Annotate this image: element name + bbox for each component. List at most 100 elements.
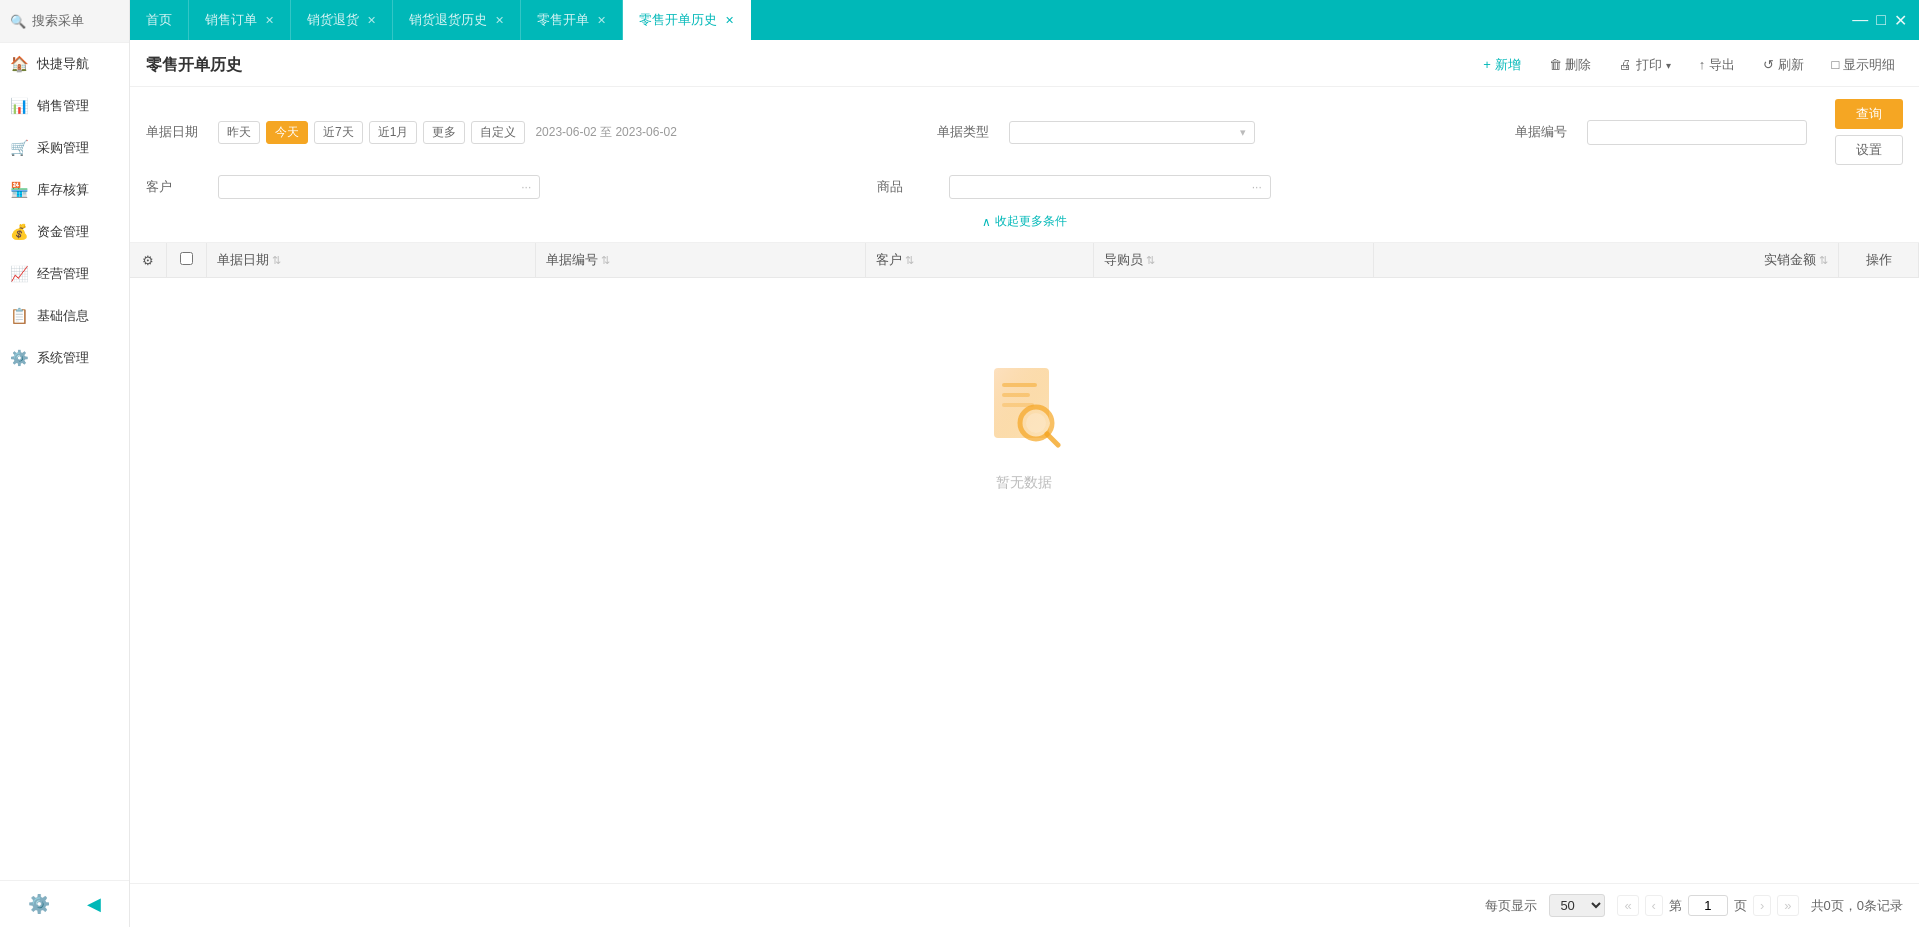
th-date[interactable]: 单据日期 ⇅ [206, 243, 536, 278]
goods-label: 商品 [877, 178, 933, 196]
tabs-window-controls: — □ ✕ [1852, 11, 1919, 30]
table-body: 暂无数据 [130, 278, 1919, 573]
sort-date-icon: ⇅ [272, 254, 281, 267]
customer-ellipsis: ··· [521, 180, 531, 194]
window-maximize-icon[interactable]: □ [1876, 11, 1886, 29]
date-custom[interactable]: 自定义 [471, 121, 525, 144]
th-no[interactable]: 单据编号 ⇅ [536, 243, 866, 278]
tab-sales-return-history[interactable]: 销货退货历史 ✕ [393, 0, 521, 40]
date-yesterday[interactable]: 昨天 [218, 121, 260, 144]
delete-button[interactable]: 🗑 删除 [1541, 52, 1600, 78]
page-size-label: 每页显示 [1485, 897, 1537, 915]
settings-button[interactable]: 设置 [1835, 135, 1903, 165]
th-no-label: 单据编号 [546, 251, 598, 269]
tab-sales-return-close[interactable]: ✕ [367, 14, 376, 27]
sidebar-item-sales-mgmt[interactable]: 📊 销售管理 [0, 85, 129, 127]
content-area: 零售开单历史 + 新增 🗑 删除 🖨 打印 ▾ ↑ 导出 ↺ 刷新 [130, 40, 1919, 927]
sort-guide-icon: ⇅ [1146, 254, 1155, 267]
sidebar-item-operation[interactable]: 📈 经营管理 [0, 253, 129, 295]
home-icon: 🏠 [10, 55, 29, 73]
date-more[interactable]: 更多 [423, 121, 465, 144]
query-button[interactable]: 查询 [1835, 99, 1903, 129]
setting-icon[interactable]: ⚙ [142, 253, 154, 268]
sidebar-item-quick-nav[interactable]: 🏠 快捷导航 [0, 43, 129, 85]
display-detail-toggle[interactable]: □ 显示明细 [1824, 52, 1903, 78]
customer-select[interactable]: ··· [218, 175, 540, 199]
collapse-label: 收起更多条件 [995, 213, 1067, 230]
tab-retail-open[interactable]: 零售开单 ✕ [521, 0, 623, 40]
page-of-label: 页 [1734, 897, 1747, 915]
page-last-btn[interactable]: » [1777, 895, 1798, 916]
sidebar-item-label: 库存核算 [37, 181, 89, 199]
sidebar-item-base-info[interactable]: 📋 基础信息 [0, 295, 129, 337]
export-button[interactable]: ↑ 导出 [1691, 52, 1743, 78]
new-button[interactable]: + 新增 [1475, 52, 1528, 78]
page-size-select[interactable]: 50 10 20 100 [1549, 894, 1605, 917]
page-total: 共0页，0条记录 [1811, 897, 1903, 915]
date-last1month[interactable]: 近1月 [369, 121, 418, 144]
sidebar-item-inventory[interactable]: 🏪 库存核算 [0, 169, 129, 211]
print-dropdown-icon[interactable]: ▾ [1666, 60, 1671, 71]
empty-state-icon [974, 358, 1074, 458]
tab-retail-open-history-label: 零售开单历史 [639, 11, 717, 29]
sidebar-item-purchase-mgmt[interactable]: 🛒 采购管理 [0, 127, 129, 169]
tab-sales-return-history-close[interactable]: ✕ [495, 14, 504, 27]
settings-icon[interactable]: ⚙️ [28, 893, 50, 915]
th-op: 操作 [1839, 243, 1919, 278]
select-all-checkbox[interactable] [180, 252, 193, 265]
customer-label: 客户 [146, 178, 202, 196]
sidebar-nav: 🏠 快捷导航 📊 销售管理 🛒 采购管理 🏪 库存核算 💰 资金管理 📈 经营管… [0, 43, 129, 880]
page-label: 第 [1669, 897, 1682, 915]
tab-sales-order[interactable]: 销售订单 ✕ [189, 0, 291, 40]
print-button[interactable]: 🖨 打印 ▾ [1611, 52, 1679, 78]
page-next-btn[interactable]: › [1753, 895, 1771, 916]
date-options: 昨天 今天 近7天 近1月 更多 自定义 2023-06-02 至 2023-0… [218, 121, 677, 144]
th-setting[interactable]: ⚙ [130, 243, 166, 278]
refresh-button[interactable]: ↺ 刷新 [1755, 52, 1812, 78]
date-last7days[interactable]: 近7天 [314, 121, 363, 144]
sidebar-bottom: ⚙️ ◀ [0, 880, 129, 927]
collapse-sidebar-icon[interactable]: ◀ [87, 893, 101, 915]
search-menu[interactable]: 🔍 搜索采单 [0, 0, 129, 43]
tab-retail-open-history[interactable]: 零售开单历史 ✕ [623, 0, 751, 40]
th-customer[interactable]: 客户 ⇅ [865, 243, 1094, 278]
sidebar-item-sys-mgmt[interactable]: ⚙️ 系统管理 [0, 337, 129, 379]
goods-select[interactable]: ··· [949, 175, 1271, 199]
filter-row-1: 单据日期 昨天 今天 近7天 近1月 更多 自定义 2023-06-02 至 2… [146, 99, 1903, 165]
doc-no-input[interactable] [1587, 120, 1807, 145]
sidebar-item-label: 系统管理 [37, 349, 89, 367]
delete-label: 🗑 删除 [1549, 56, 1592, 74]
page-header: 零售开单历史 + 新增 🗑 删除 🖨 打印 ▾ ↑ 导出 ↺ 刷新 [130, 40, 1919, 87]
empty-cell: 暂无数据 [130, 278, 1919, 573]
page-prev-btn[interactable]: ‹ [1645, 895, 1663, 916]
window-minimize-icon[interactable]: — [1852, 11, 1868, 29]
date-today[interactable]: 今天 [266, 121, 308, 144]
sidebar-item-label: 资金管理 [37, 223, 89, 241]
tab-retail-open-history-close[interactable]: ✕ [725, 14, 734, 27]
page-first-btn[interactable]: « [1617, 895, 1638, 916]
gear-icon: ⚙️ [10, 349, 29, 367]
graph-icon: 📈 [10, 265, 29, 283]
collapse-arrow-icon: ∧ [982, 215, 991, 229]
window-close-icon[interactable]: ✕ [1894, 11, 1907, 30]
table-wrap: ⚙ 单据日期 ⇅ 单据编号 [130, 243, 1919, 883]
th-guide-label: 导购员 [1104, 251, 1143, 269]
sort-customer-icon: ⇅ [905, 254, 914, 267]
th-checkbox[interactable] [166, 243, 206, 278]
tab-sales-return[interactable]: 销货退货 ✕ [291, 0, 393, 40]
tab-sales-order-close[interactable]: ✕ [265, 14, 274, 27]
tab-home[interactable]: 首页 [130, 0, 189, 40]
tab-retail-open-close[interactable]: ✕ [597, 14, 606, 27]
doc-type-select[interactable]: ▾ [1009, 121, 1255, 144]
collapse-more-conditions[interactable]: ∧ 收起更多条件 [146, 209, 1903, 230]
export-label: ↑ 导出 [1699, 56, 1735, 74]
tab-sales-order-label: 销售订单 [205, 11, 257, 29]
main-area: 首页 销售订单 ✕ 销货退货 ✕ 销货退货历史 ✕ 零售开单 ✕ 零售开单历史 … [130, 0, 1919, 927]
date-filter-label: 单据日期 [146, 123, 202, 141]
page-number-input[interactable] [1688, 895, 1728, 916]
sidebar-item-finance[interactable]: 💰 资金管理 [0, 211, 129, 253]
sidebar: 🔍 搜索采单 🏠 快捷导航 📊 销售管理 🛒 采购管理 🏪 库存核算 💰 资金管… [0, 0, 130, 927]
data-table: ⚙ 单据日期 ⇅ 单据编号 [130, 243, 1919, 572]
th-amount[interactable]: 实销金额 ⇅ [1373, 243, 1838, 278]
th-guide[interactable]: 导购员 ⇅ [1094, 243, 1373, 278]
